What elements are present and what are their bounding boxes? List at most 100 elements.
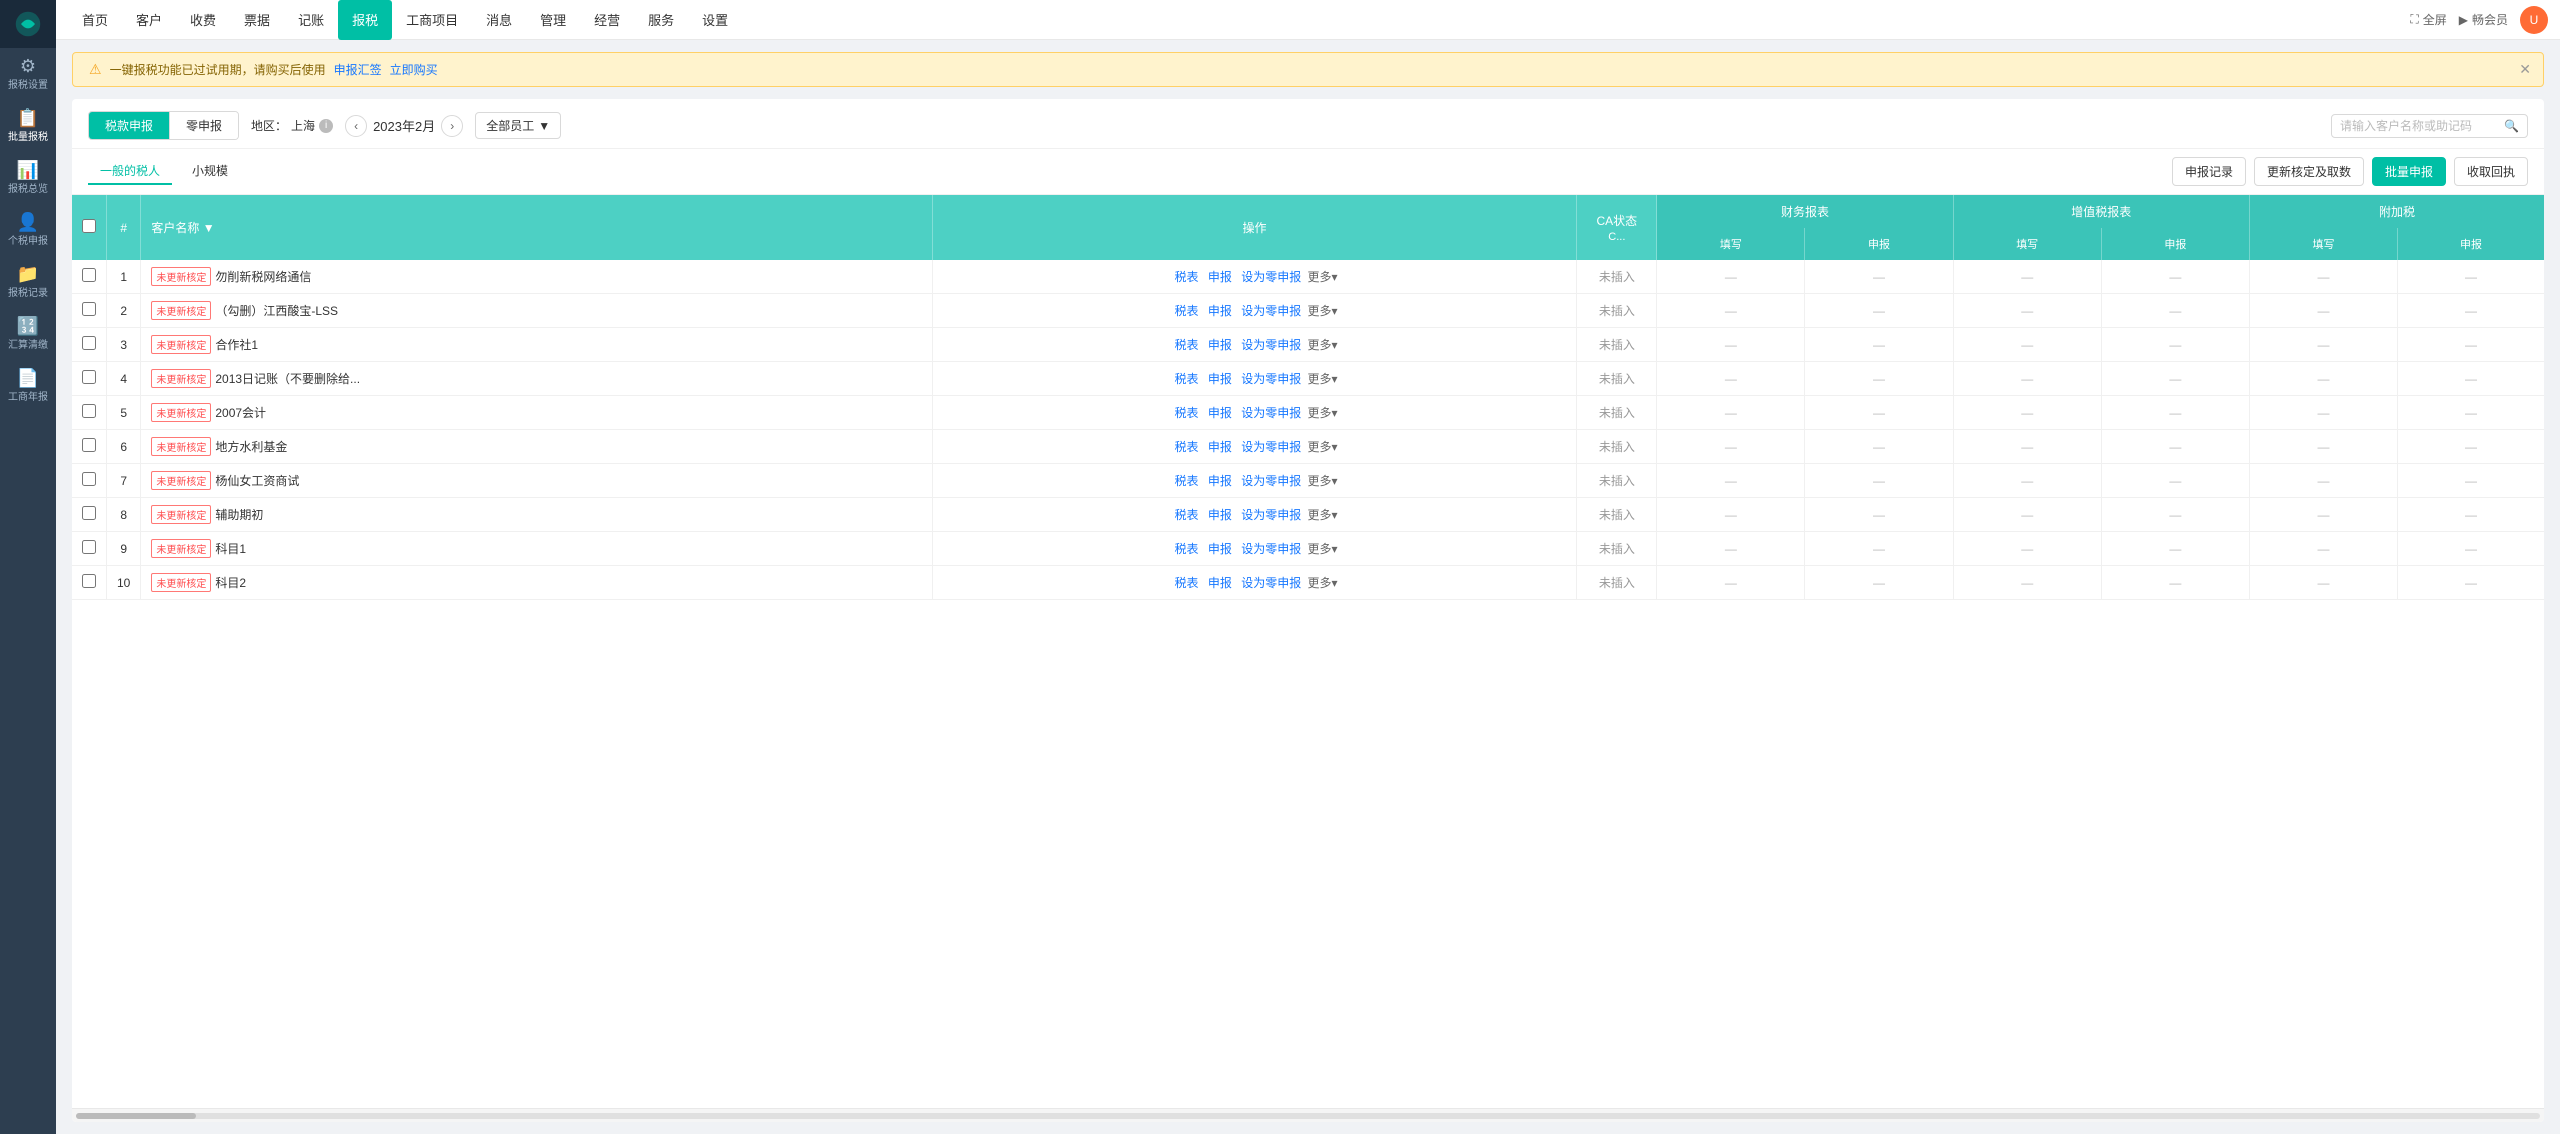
banner-close-button[interactable]: ✕ bbox=[2519, 61, 2531, 78]
vip-button[interactable]: ▶ 畅会员 bbox=[2459, 11, 2508, 28]
op-apply-link[interactable]: 申报 bbox=[1208, 508, 1232, 522]
banner-link2[interactable]: 立即购买 bbox=[390, 61, 438, 78]
op-tax-table-link[interactable]: 税表 bbox=[1174, 508, 1198, 522]
op-set-zero-link[interactable]: 设为零申报 bbox=[1241, 338, 1301, 352]
nav-biz-project[interactable]: 工商项目 bbox=[392, 0, 472, 40]
op-tax-table-link[interactable]: 税表 bbox=[1174, 576, 1198, 590]
th-name[interactable]: 客户名称 ▼ bbox=[141, 195, 932, 260]
tab-small-scale[interactable]: 小规模 bbox=[180, 158, 240, 185]
tab-tax-declaration[interactable]: 税款申报 bbox=[89, 112, 170, 139]
sidebar-item-tax-settings[interactable]: ⚙ 报税设置 bbox=[0, 48, 56, 100]
row-name-cell: 未更新核定勿削新税网络通信 bbox=[141, 260, 932, 294]
op-apply-link[interactable]: 申报 bbox=[1208, 440, 1232, 454]
op-set-zero-link[interactable]: 设为零申报 bbox=[1241, 406, 1301, 420]
op-tax-table-link[interactable]: 税表 bbox=[1174, 270, 1198, 284]
tab-general-taxpayer[interactable]: 一般的税人 bbox=[88, 158, 172, 185]
select-all-checkbox[interactable] bbox=[82, 219, 96, 233]
nav-home[interactable]: 首页 bbox=[68, 0, 122, 40]
nav-settings[interactable]: 设置 bbox=[688, 0, 742, 40]
op-tax-table-link[interactable]: 税表 bbox=[1174, 304, 1198, 318]
op-more-button[interactable]: 更多▾ bbox=[1308, 268, 1338, 285]
row-checkbox-10[interactable] bbox=[82, 574, 96, 588]
op-apply-link[interactable]: 申报 bbox=[1208, 542, 1232, 556]
op-tax-table-link[interactable]: 税表 bbox=[1174, 406, 1198, 420]
op-more-button[interactable]: 更多▾ bbox=[1308, 438, 1338, 455]
nav-manage[interactable]: 管理 bbox=[526, 0, 580, 40]
op-apply-link[interactable]: 申报 bbox=[1208, 304, 1232, 318]
nav-operation[interactable]: 经营 bbox=[580, 0, 634, 40]
nav-message[interactable]: 消息 bbox=[472, 0, 526, 40]
op-apply-link[interactable]: 申报 bbox=[1208, 338, 1232, 352]
row-checkbox-2[interactable] bbox=[82, 302, 96, 316]
op-apply-link[interactable]: 申报 bbox=[1208, 372, 1232, 386]
row-check-cell bbox=[72, 328, 107, 362]
row-finance-fill-cell: — bbox=[1657, 498, 1805, 532]
op-tax-table-link[interactable]: 税表 bbox=[1174, 440, 1198, 454]
op-more-button[interactable]: 更多▾ bbox=[1308, 472, 1338, 489]
op-more-button[interactable]: 更多▾ bbox=[1308, 336, 1338, 353]
sidebar-item-tax-overview[interactable]: 📊 报税总览 bbox=[0, 152, 56, 204]
op-set-zero-link[interactable]: 设为零申报 bbox=[1241, 576, 1301, 590]
row-checkbox-6[interactable] bbox=[82, 438, 96, 452]
nav-billing[interactable]: 收费 bbox=[176, 0, 230, 40]
data-table: # 客户名称 ▼ 操作 CA状态 C... 财务报表 增值税报表 bbox=[72, 195, 2544, 600]
date-next-button[interactable]: › bbox=[441, 115, 463, 137]
op-set-zero-link[interactable]: 设为零申报 bbox=[1241, 542, 1301, 556]
op-apply-link[interactable]: 申报 bbox=[1208, 270, 1232, 284]
op-apply-link[interactable]: 申报 bbox=[1208, 406, 1232, 420]
op-apply-link[interactable]: 申报 bbox=[1208, 474, 1232, 488]
region-info-icon[interactable]: i bbox=[319, 119, 333, 133]
op-more-button[interactable]: 更多▾ bbox=[1308, 370, 1338, 387]
horizontal-scrollbar[interactable] bbox=[72, 1108, 2544, 1122]
op-set-zero-link[interactable]: 设为零申报 bbox=[1241, 270, 1301, 284]
search-icon[interactable]: 🔍 bbox=[2504, 119, 2519, 133]
nav-tax[interactable]: 报税 bbox=[338, 0, 392, 40]
sidebar-item-calc-clear[interactable]: 🔢 汇算清缴 bbox=[0, 308, 56, 360]
nav-invoice[interactable]: 票据 bbox=[230, 0, 284, 40]
op-set-zero-link[interactable]: 设为零申报 bbox=[1241, 508, 1301, 522]
op-set-zero-link[interactable]: 设为零申报 bbox=[1241, 304, 1301, 318]
op-tax-table-link[interactable]: 税表 bbox=[1174, 372, 1198, 386]
sidebar-item-personal-tax[interactable]: 👤 个税申报 bbox=[0, 204, 56, 256]
unconfirmed-badge: 未更新核定 bbox=[151, 335, 211, 354]
row-num-cell: 4 bbox=[107, 362, 141, 396]
op-more-button[interactable]: 更多▾ bbox=[1308, 302, 1338, 319]
op-set-zero-link[interactable]: 设为零申报 bbox=[1241, 372, 1301, 386]
row-checkbox-9[interactable] bbox=[82, 540, 96, 554]
update-confirm-button[interactable]: 更新核定及取数 bbox=[2254, 157, 2364, 186]
row-checkbox-4[interactable] bbox=[82, 370, 96, 384]
user-avatar[interactable]: U bbox=[2520, 6, 2548, 34]
op-more-button[interactable]: 更多▾ bbox=[1308, 540, 1338, 557]
nav-client[interactable]: 客户 bbox=[122, 0, 176, 40]
op-more-button[interactable]: 更多▾ bbox=[1308, 506, 1338, 523]
banner-link1[interactable]: 申报汇签 bbox=[334, 61, 382, 78]
nav-bookkeeping[interactable]: 记账 bbox=[284, 0, 338, 40]
tab-zero-declaration[interactable]: 零申报 bbox=[170, 112, 238, 139]
search-input[interactable] bbox=[2340, 119, 2500, 133]
op-tax-table-link[interactable]: 税表 bbox=[1174, 338, 1198, 352]
date-prev-button[interactable]: ‹ bbox=[345, 115, 367, 137]
op-tax-table-link[interactable]: 税表 bbox=[1174, 542, 1198, 556]
sidebar-item-biz-annual[interactable]: 📄 工商年报 bbox=[0, 360, 56, 412]
row-checkbox-7[interactable] bbox=[82, 472, 96, 486]
scrollbar-thumb[interactable] bbox=[76, 1113, 196, 1119]
row-checkbox-1[interactable] bbox=[82, 268, 96, 282]
sidebar-item-tax-record[interactable]: 📁 报税记录 bbox=[0, 256, 56, 308]
op-set-zero-link[interactable]: 设为零申报 bbox=[1241, 440, 1301, 454]
op-tax-table-link[interactable]: 税表 bbox=[1174, 474, 1198, 488]
op-more-button[interactable]: 更多▾ bbox=[1308, 574, 1338, 591]
sidebar-item-batch-tax[interactable]: 📋 批量报税 bbox=[0, 100, 56, 152]
dept-select[interactable]: 全部员工 ▼ bbox=[475, 112, 561, 139]
batch-apply-button[interactable]: 批量申报 bbox=[2372, 157, 2446, 186]
op-more-button[interactable]: 更多▾ bbox=[1308, 404, 1338, 421]
nav-service[interactable]: 服务 bbox=[634, 0, 688, 40]
row-add-fill-cell: — bbox=[2249, 430, 2397, 464]
fetch-back-button[interactable]: 收取回执 bbox=[2454, 157, 2528, 186]
row-checkbox-5[interactable] bbox=[82, 404, 96, 418]
row-checkbox-8[interactable] bbox=[82, 506, 96, 520]
fullscreen-button[interactable]: ⛶ 全屏 bbox=[2410, 11, 2446, 28]
op-apply-link[interactable]: 申报 bbox=[1208, 576, 1232, 590]
apply-record-button[interactable]: 申报记录 bbox=[2172, 157, 2246, 186]
op-set-zero-link[interactable]: 设为零申报 bbox=[1241, 474, 1301, 488]
row-checkbox-3[interactable] bbox=[82, 336, 96, 350]
